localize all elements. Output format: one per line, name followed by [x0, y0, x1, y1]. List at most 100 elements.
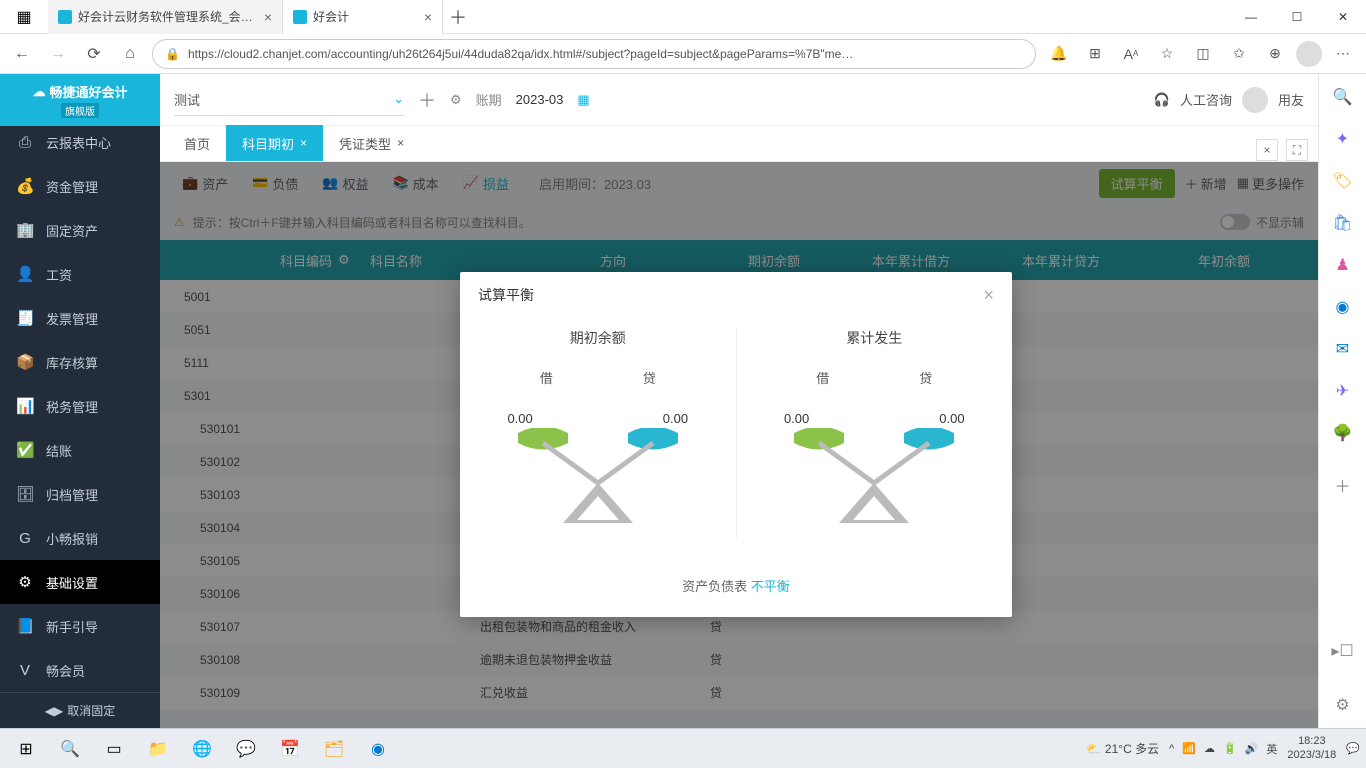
sidebar-icon[interactable]: ◫ [1188, 39, 1218, 69]
vip-icon: V [16, 662, 34, 679]
panel-toggle-icon[interactable]: ▸☐ [1332, 640, 1354, 662]
unbalanced-link[interactable]: 不平衡 [751, 579, 790, 594]
weather-text: 21°C 多云 [1105, 740, 1159, 757]
close-period-icon: ✅ [16, 441, 34, 459]
org-name: 测试 [174, 90, 200, 109]
favicon-icon [293, 10, 307, 24]
sidebar-item-vip[interactable]: V畅会员 [0, 648, 160, 692]
close-icon[interactable]: × [397, 136, 404, 150]
wechat-app[interactable]: 💬 [226, 729, 266, 769]
url-input[interactable]: 🔒 https://cloud2.chanjet.com/accounting/… [152, 39, 1036, 69]
sidebar-item-expense[interactable]: G小畅报销 [0, 516, 160, 560]
search-button[interactable]: 🔍 [50, 729, 90, 769]
sidebar-item-salary[interactable]: 👤工资 [0, 252, 160, 296]
calendar-icon[interactable]: ▦ [577, 92, 589, 108]
battery-icon[interactable]: 🔋 [1223, 742, 1237, 755]
notification-icon[interactable]: 🔔 [1044, 39, 1074, 69]
tab-home[interactable]: 首页 [168, 125, 226, 161]
add-tool-icon[interactable]: ＋ [1332, 474, 1354, 496]
start-button[interactable]: ⊞ [6, 729, 46, 769]
tab-subject[interactable]: 科目期初× [226, 125, 323, 161]
cloud-sync-icon[interactable]: ☁ [1204, 742, 1215, 755]
new-tab-button[interactable]: ＋ [443, 0, 473, 34]
close-icon[interactable]: × [264, 9, 272, 25]
add-org-button[interactable]: ＋ [418, 87, 436, 113]
browser-tab[interactable]: 好会计 × [283, 0, 443, 34]
logo: ☁畅捷通好会计 旗舰版 [0, 74, 160, 126]
menu-icon[interactable]: ⋯ [1328, 39, 1358, 69]
tag-icon[interactable]: 🏷 [1332, 170, 1354, 192]
games-icon[interactable]: ♟ [1332, 254, 1354, 276]
search-icon[interactable]: 🔍 [1332, 86, 1354, 108]
tab-actions-icon[interactable]: ▦ [0, 7, 48, 27]
wifi-icon[interactable]: 📶 [1182, 742, 1196, 755]
collections-icon[interactable]: ⊕ [1260, 39, 1290, 69]
credit-value: 0.00 [663, 411, 688, 426]
sidebar-item-archive[interactable]: 🗄归档管理 [0, 472, 160, 516]
maximize-button[interactable]: ☐ [1274, 0, 1320, 34]
favorite-icon[interactable]: ☆ [1152, 39, 1182, 69]
debit-value: 0.00 [784, 411, 809, 426]
sidebar-item-report[interactable]: ⎙云报表中心 [0, 120, 160, 164]
org-select[interactable]: 测试 ⌄ [174, 84, 404, 116]
fullscreen-icon[interactable]: ⛶ [1286, 139, 1308, 161]
favorites-bar-icon[interactable]: ✩ [1224, 39, 1254, 69]
refresh-button[interactable]: ⟳ [80, 40, 108, 68]
sidebar-item-label: 小畅报销 [46, 529, 98, 548]
settings-icon[interactable]: ⚙ [450, 92, 462, 108]
clock[interactable]: 18:23 2023/3/18 [1287, 735, 1336, 761]
outlook-icon[interactable]: ✉ [1332, 338, 1354, 360]
sidebar-item-asset[interactable]: 🏢固定资产 [0, 208, 160, 252]
consult-link[interactable]: 人工咨询 [1180, 90, 1232, 109]
tree-icon[interactable]: 🌳 [1332, 422, 1354, 444]
sidebar-item-close[interactable]: ✅结账 [0, 428, 160, 472]
task-view-button[interactable]: ▭ [94, 729, 134, 769]
logo-text: 畅捷通好会计 [49, 82, 127, 101]
sidebar-item-tax[interactable]: 📊税务管理 [0, 384, 160, 428]
close-icon[interactable]: × [424, 9, 432, 25]
edge-app[interactable]: ◉ [358, 729, 398, 769]
sidebar-item-settings[interactable]: ⚙基础设置 [0, 560, 160, 604]
explorer-app[interactable]: 📁 [138, 729, 178, 769]
shopping-icon[interactable]: 🛍 [1332, 212, 1354, 234]
url-text: https://cloud2.chanjet.com/accounting/uh… [188, 47, 1023, 61]
user-name: 用友 [1278, 90, 1304, 109]
taskbar: ⊞ 🔍 ▭ 📁 🌐 💬 📅 🗂 ◉ ⛅21°C 多云 ^ 📶 ☁ 🔋 🔊 英 1… [0, 728, 1366, 768]
close-all-tabs[interactable]: × [1256, 139, 1278, 161]
files-app[interactable]: 🗂 [314, 729, 354, 769]
edge-icon[interactable]: ◉ [1332, 296, 1354, 318]
guide-icon: 📘 [16, 617, 34, 635]
volume-icon[interactable]: 🔊 [1245, 742, 1259, 755]
sidebar-toggle[interactable]: ◀▶取消固定 [0, 692, 160, 728]
modal-footer: 资产负债表 不平衡 [460, 562, 1012, 617]
extension-icon[interactable]: ⊞ [1080, 39, 1110, 69]
home-button[interactable]: ⌂ [116, 40, 144, 68]
star-icon[interactable]: ✦ [1332, 128, 1354, 150]
sidebar-item-fund[interactable]: 💰资金管理 [0, 164, 160, 208]
chrome-app[interactable]: 🌐 [182, 729, 222, 769]
weather-widget[interactable]: ⛅21°C 多云 [1086, 740, 1159, 757]
close-button[interactable]: ✕ [1320, 0, 1366, 34]
notifications-icon[interactable]: 💬 [1346, 742, 1360, 755]
back-button[interactable]: ← [8, 40, 36, 68]
forward-button[interactable]: → [44, 40, 72, 68]
sidebar-item-guide[interactable]: 📘新手引导 [0, 604, 160, 648]
close-icon[interactable]: × [300, 136, 307, 150]
collapse-icon: ◀▶ [45, 704, 63, 718]
footer-text: 资产负债表 [682, 579, 751, 594]
user-avatar[interactable] [1242, 87, 1268, 113]
calendar-app[interactable]: 📅 [270, 729, 310, 769]
sidebar-item-invoice[interactable]: 🧾发票管理 [0, 296, 160, 340]
tray-chevron-icon[interactable]: ^ [1169, 743, 1174, 755]
rail-settings-icon[interactable]: ⚙ [1332, 694, 1354, 716]
modal-close-button[interactable]: × [983, 285, 994, 306]
minimize-button[interactable]: — [1228, 0, 1274, 34]
text-size-icon[interactable]: AA [1116, 39, 1146, 69]
profile-avatar[interactable] [1296, 41, 1322, 67]
browser-tab[interactable]: 好会计云财务软件管理系统_会计… × [48, 0, 283, 34]
sidebar-item-label: 资金管理 [46, 177, 98, 196]
ime-indicator[interactable]: 英 [1266, 741, 1277, 757]
sidebar-item-inventory[interactable]: 📦库存核算 [0, 340, 160, 384]
tab-voucher-type[interactable]: 凭证类型× [323, 125, 420, 161]
send-icon[interactable]: ✈ [1332, 380, 1354, 402]
